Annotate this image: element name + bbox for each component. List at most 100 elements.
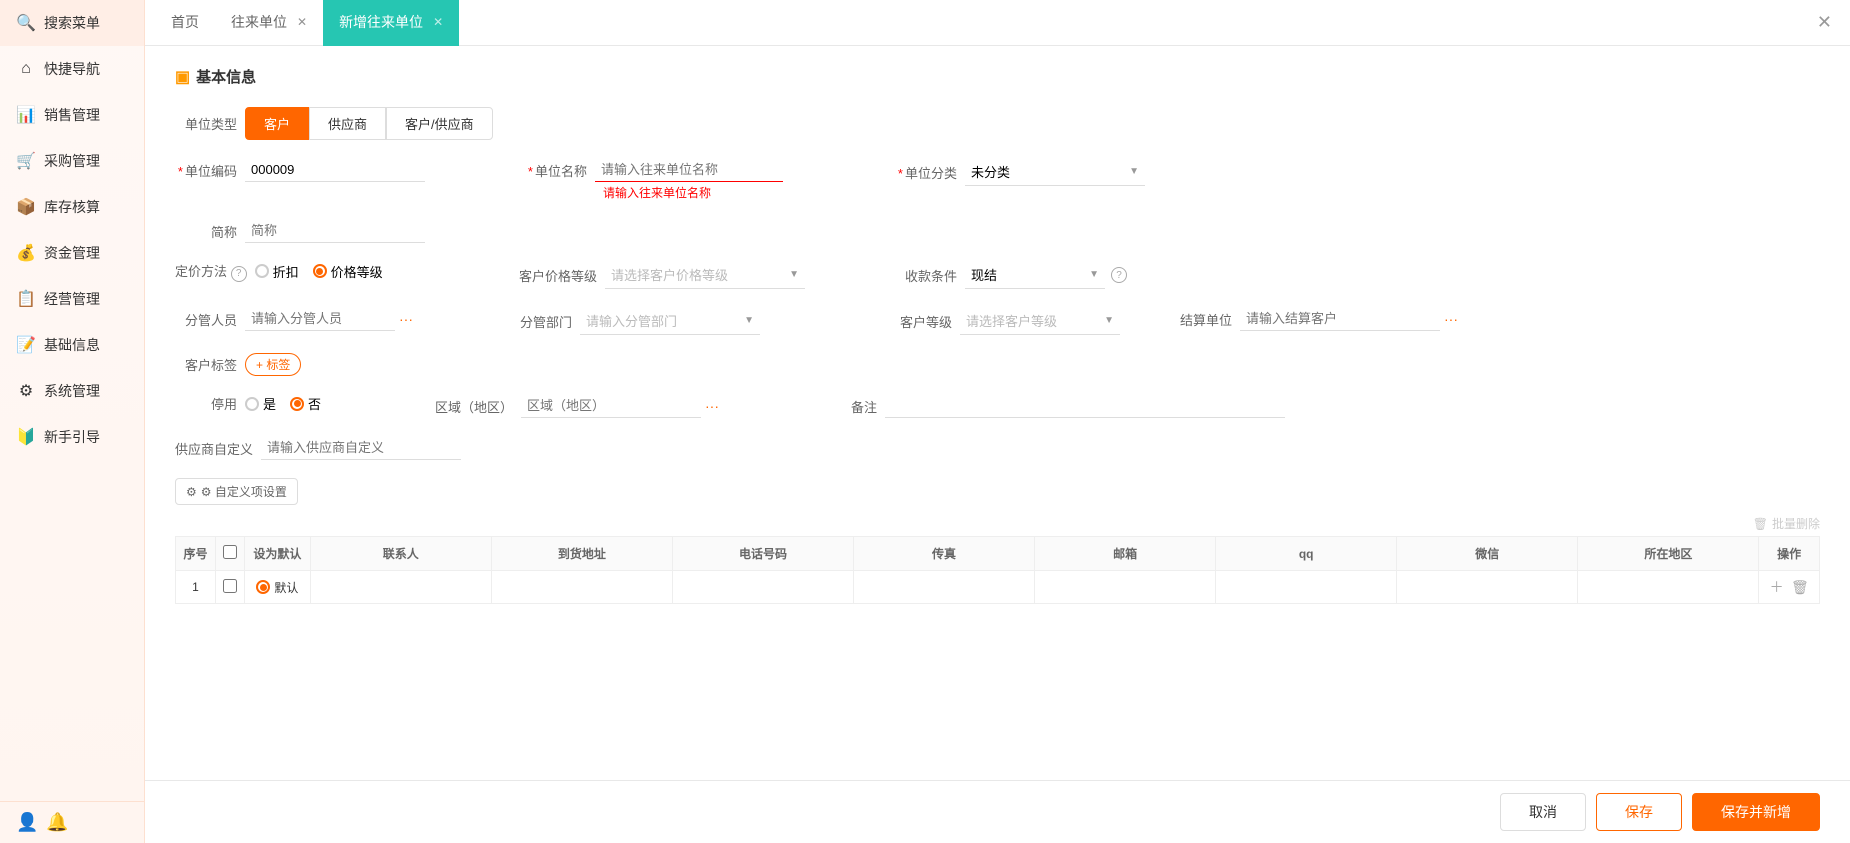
custom-setting-btn[interactable]: ⚙ ⚙ 自定义项设置 — [175, 478, 298, 505]
settlement-more-btn[interactable]: ··· — [1440, 311, 1462, 327]
phone-input[interactable] — [679, 580, 847, 594]
tab-new-partner-label: 新增往来单位 — [339, 12, 423, 32]
customer-level-select[interactable]: 请选择客户等级 ▼ — [960, 307, 1120, 335]
contact-input[interactable] — [317, 580, 485, 594]
cell-area[interactable] — [1578, 571, 1759, 604]
sidebar-item-inventory[interactable]: 📦 库存核算 — [0, 184, 144, 230]
cell-fax[interactable] — [853, 571, 1034, 604]
sidebar-item-finance[interactable]: 💰 资金管理 — [0, 230, 144, 276]
department-placeholder: 请输入分管部门 — [586, 311, 740, 330]
cancel-button[interactable]: 取消 — [1500, 793, 1586, 831]
sidebar-item-quick-nav[interactable]: ⌂ 快捷导航 — [0, 46, 144, 92]
unit-name-input[interactable] — [595, 158, 783, 182]
col-wechat: 微信 — [1397, 537, 1578, 571]
sidebar-item-search[interactable]: 🔍 搜索菜单 — [0, 0, 144, 46]
tab-partners-close[interactable]: ✕ — [297, 15, 307, 29]
section-title-text: 基本信息 — [196, 66, 256, 87]
settlement-input[interactable] — [1240, 307, 1440, 331]
settlement-label: 结算单位 — [1175, 310, 1240, 329]
payment-terms-select[interactable]: 现结 ▼ — [965, 261, 1105, 289]
sidebar-item-basic[interactable]: 📝 基础信息 — [0, 322, 144, 368]
radio-price-level-circle — [313, 264, 327, 278]
region-more-btn[interactable]: ··· — [701, 398, 723, 414]
short-name-input[interactable] — [245, 219, 425, 243]
required-star: * — [178, 164, 183, 179]
row-checkbox[interactable] — [223, 579, 237, 593]
customer-price-level-label: 客户价格等级 — [515, 266, 605, 285]
sidebar-label-system: 系统管理 — [44, 381, 100, 401]
customer-price-level-field: 客户价格等级 请选择客户价格等级 ▼ — [515, 261, 895, 289]
tab-home[interactable]: 首页 — [155, 0, 215, 46]
tab-partners[interactable]: 往来单位 ✕ — [215, 0, 323, 46]
region-input[interactable] — [521, 394, 701, 418]
tab-new-partner-close[interactable]: ✕ — [433, 15, 443, 29]
unit-category-field: *单位分类 未分类 ▼ — [895, 158, 1235, 186]
payment-terms-field: 收款条件 现结 ▼ ? — [895, 261, 1235, 289]
cell-contact[interactable] — [310, 571, 491, 604]
radio-no-dot — [294, 400, 301, 407]
delete-row-icon[interactable]: 🗑 — [1789, 579, 1811, 595]
tab-new-partner[interactable]: 新增往来单位 ✕ — [323, 0, 459, 46]
manager-more-btn[interactable]: ··· — [395, 311, 417, 327]
department-field: 分管部门 请输入分管部门 ▼ — [515, 307, 895, 335]
save-button[interactable]: 保存 — [1596, 793, 1682, 831]
unit-category-select[interactable]: 未分类 ▼ — [965, 158, 1145, 186]
batch-delete-label[interactable]: 批量删除 — [1772, 515, 1820, 532]
sidebar-item-system[interactable]: ⚙ 系统管理 — [0, 368, 144, 414]
radio-yes[interactable]: 是 — [245, 394, 276, 413]
row-default-radio[interactable]: 默认 — [251, 579, 304, 596]
select-all-checkbox[interactable] — [223, 545, 237, 559]
btn-both[interactable]: 客户/供应商 — [386, 107, 493, 140]
radio-no[interactable]: 否 — [290, 394, 321, 413]
btn-customer[interactable]: 客户 — [245, 107, 309, 140]
remark-input[interactable] — [885, 394, 1285, 418]
inventory-icon: 📦 — [16, 197, 36, 217]
supplier-custom-input[interactable] — [261, 436, 461, 460]
sidebar-item-purchase[interactable]: 🛒 采购管理 — [0, 138, 144, 184]
save-new-button[interactable]: 保存并新增 — [1692, 793, 1820, 831]
sidebar-item-guide[interactable]: 🔰 新手引导 — [0, 414, 144, 460]
cell-address[interactable] — [491, 571, 672, 604]
sidebar-item-sales[interactable]: 📊 销售管理 — [0, 92, 144, 138]
supplier-custom-field: 供应商自定义 — [175, 436, 575, 460]
fax-input[interactable] — [860, 580, 1028, 594]
radio-price-level-label: 价格等级 — [331, 262, 383, 281]
cell-phone[interactable] — [672, 571, 853, 604]
payment-help-icon[interactable]: ? — [1111, 267, 1127, 283]
qq-input[interactable] — [1222, 580, 1390, 594]
pricing-help-icon[interactable]: ? — [231, 266, 247, 282]
customer-price-level-select[interactable]: 请选择客户价格等级 ▼ — [605, 261, 805, 289]
add-row-icon[interactable]: ＋ — [1768, 579, 1786, 595]
pricing-row: 定价方法 ? 折扣 价格等级 — [175, 261, 1820, 289]
btn-supplier[interactable]: 供应商 — [309, 107, 386, 140]
sidebar-item-operations[interactable]: 📋 经营管理 — [0, 276, 144, 322]
chevron-payment-icon: ▼ — [1089, 269, 1099, 280]
col-seq: 序号 — [176, 537, 216, 571]
area-input[interactable] — [1584, 580, 1752, 594]
unit-category-value: 未分类 — [971, 162, 1125, 181]
pricing-method-label: 定价方法 ? — [175, 261, 255, 282]
cell-wechat[interactable] — [1397, 571, 1578, 604]
chevron-level-icon: ▼ — [1104, 315, 1114, 326]
wechat-input[interactable] — [1403, 580, 1571, 594]
radio-no-label: 否 — [308, 394, 321, 413]
finance-icon: 💰 — [16, 243, 36, 263]
section-title: ▣ 基本信息 — [175, 66, 1820, 87]
address-input[interactable] — [498, 580, 666, 594]
col-actions: 操作 — [1759, 537, 1820, 571]
disabled-region-row: 停用 是 否 区域（地区） — [175, 394, 1820, 418]
add-tag-btn[interactable]: + 标签 — [245, 353, 301, 376]
manager-input[interactable] — [245, 307, 395, 331]
cell-qq[interactable] — [1216, 571, 1397, 604]
radio-price-level[interactable]: 价格等级 — [313, 262, 383, 281]
department-select[interactable]: 请输入分管部门 ▼ — [580, 307, 760, 335]
radio-discount[interactable]: 折扣 — [255, 262, 299, 281]
unit-code-input[interactable] — [245, 158, 425, 182]
sidebar-label-operations: 经营管理 — [44, 289, 100, 309]
unit-code-field: *单位编码 — [175, 158, 515, 182]
cell-email[interactable] — [1035, 571, 1216, 604]
home-icon: ⌂ — [16, 59, 36, 79]
short-name-label: 简称 — [175, 222, 245, 241]
global-close-icon[interactable]: ✕ — [1809, 12, 1840, 33]
email-input[interactable] — [1041, 580, 1209, 594]
